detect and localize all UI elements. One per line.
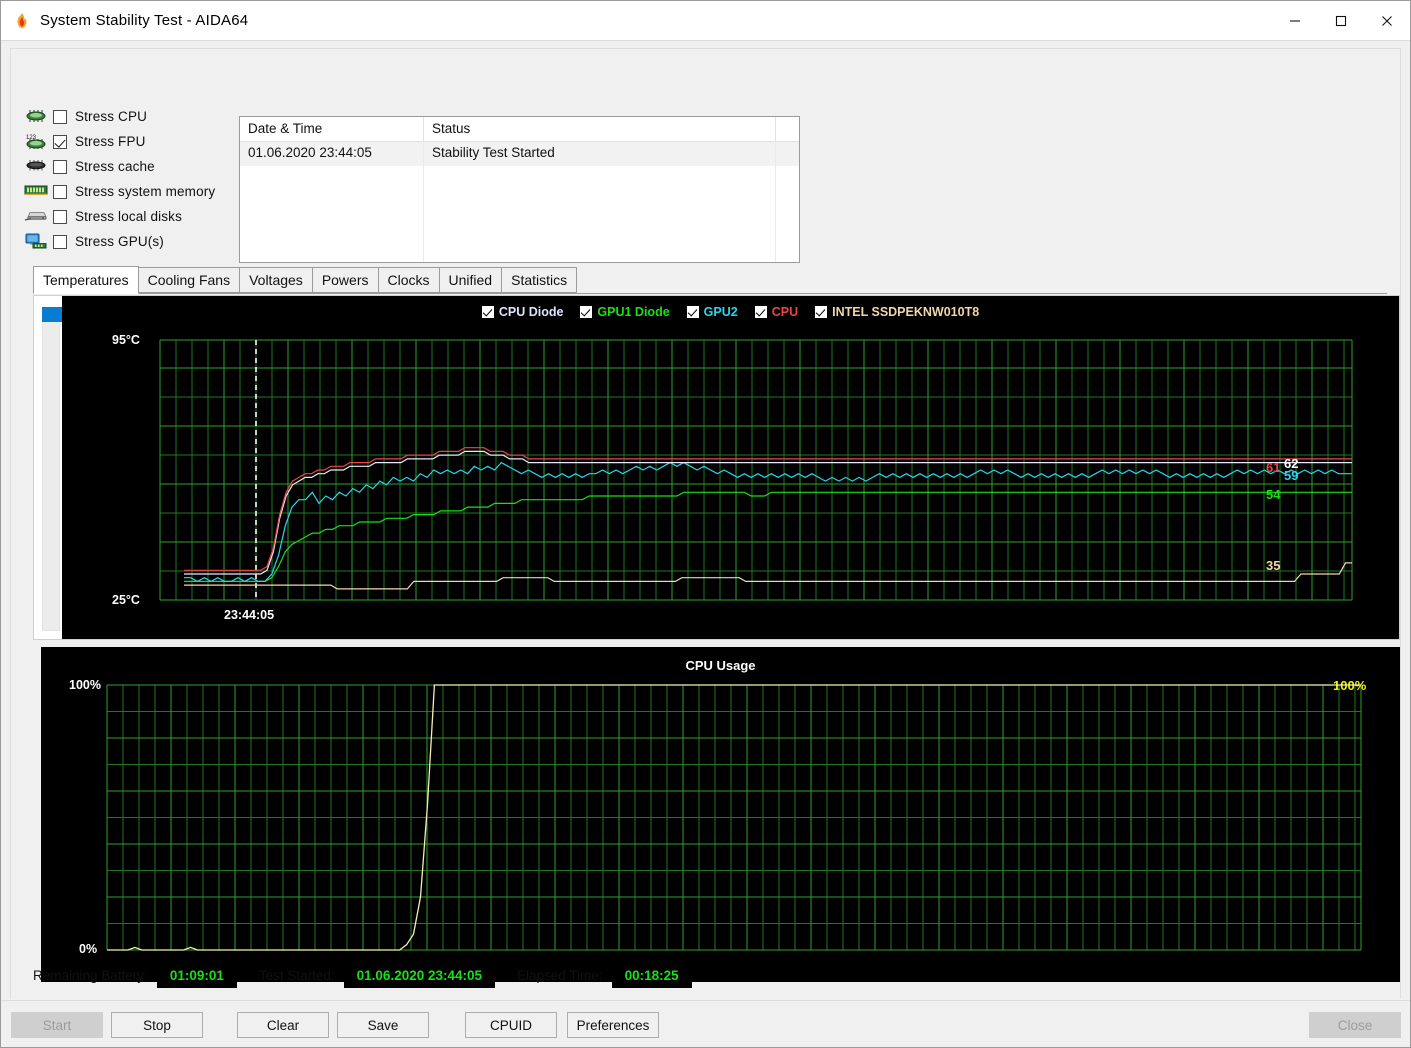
stop-button[interactable]: Stop xyxy=(111,1012,203,1038)
cell-empty xyxy=(240,214,424,238)
start-button: Start xyxy=(11,1012,103,1038)
stress-option-checkbox[interactable] xyxy=(53,234,67,249)
table-header: Date & Time Status xyxy=(240,117,799,142)
cell-empty xyxy=(424,238,776,262)
tab-voltages[interactable]: Voltages xyxy=(239,267,313,293)
button-bar: Start Stop Clear Save CPUID Preferences Close xyxy=(1,1000,1410,1047)
scrollbar-track[interactable] xyxy=(42,307,60,631)
maximize-button[interactable] xyxy=(1318,1,1364,40)
stress-option-row[interactable]: Stress GPU(s) xyxy=(24,229,239,254)
stress-option-label: Stress GPU(s) xyxy=(75,234,164,249)
minimize-button[interactable] xyxy=(1272,1,1318,40)
stress-option-checkbox[interactable] xyxy=(53,134,67,149)
cell-spacer xyxy=(776,142,799,166)
stress-option-checkbox[interactable] xyxy=(53,184,67,199)
cell-status: Stability Test Started xyxy=(424,142,776,166)
stress-option-checkbox[interactable] xyxy=(53,159,67,174)
table-row[interactable]: 01.06.2020 23:44:05 Stability Test Starte… xyxy=(240,142,799,166)
title-bar: System Stability Test - AIDA64 xyxy=(1,1,1410,40)
cell-empty xyxy=(424,214,776,238)
cell-empty xyxy=(240,238,424,262)
temp-value-gpu1-diode: 54 xyxy=(1266,487,1281,502)
status-label: Elapsed Time: xyxy=(517,967,603,983)
temp-value-intel-ssdpeknw010t8: 35 xyxy=(1266,558,1281,573)
table-row-empty[interactable] xyxy=(240,190,799,214)
content-panel: Stress CPU 123 Stress FPU Stress cache Stres… xyxy=(10,48,1401,999)
tab-temperatures[interactable]: Temperatures xyxy=(33,266,139,294)
stress-option-label: Stress cache xyxy=(75,159,155,174)
cell-empty xyxy=(776,190,799,214)
column-header-spacer xyxy=(776,117,799,141)
tab-powers[interactable]: Powers xyxy=(311,267,379,293)
status-label: Remaining Battery: xyxy=(33,967,148,983)
temp-value-cpu: 61 xyxy=(1266,460,1281,475)
stress-option-label: Stress local disks xyxy=(75,209,182,224)
cell-empty xyxy=(776,166,799,190)
cell-empty xyxy=(776,214,799,238)
gpu-display-icon xyxy=(24,233,48,251)
close-button: Close xyxy=(1309,1012,1401,1038)
status-value: 01:09:01 xyxy=(156,962,237,988)
stress-option-row[interactable]: 123 Stress FPU xyxy=(24,129,239,154)
flame-icon xyxy=(13,12,31,30)
window-controls xyxy=(1272,1,1410,40)
cell-datetime: 01.06.2020 23:44:05 xyxy=(240,142,424,166)
save-button[interactable]: Save xyxy=(337,1012,429,1038)
cell-empty xyxy=(776,238,799,262)
client-area: Stress CPU 123 Stress FPU Stress cache Stres… xyxy=(1,40,1410,1047)
status-log-table[interactable]: Date & Time Status 01.06.2020 23:44:05 St… xyxy=(239,116,800,263)
chart-vertical-scrollbar[interactable] xyxy=(34,296,64,639)
tab-clocks[interactable]: Clocks xyxy=(377,267,440,293)
table-body: 01.06.2020 23:44:05 Stability Test Starte… xyxy=(240,142,799,262)
tab-statistics[interactable]: Statistics xyxy=(501,267,578,293)
stress-option-row[interactable]: Stress system memory xyxy=(24,179,239,204)
close-icon[interactable] xyxy=(1364,1,1410,40)
fpu-chip-icon: 123 xyxy=(24,133,48,151)
table-row-empty[interactable] xyxy=(240,238,799,262)
cell-empty xyxy=(240,190,424,214)
stress-option-label: Stress CPU xyxy=(75,109,148,124)
stress-option-row[interactable]: Stress local disks xyxy=(24,204,239,229)
scrollbar-thumb[interactable] xyxy=(42,307,64,322)
cell-empty xyxy=(424,166,776,190)
cache-chip-icon xyxy=(24,158,48,176)
temp-value-gpu2: 59 xyxy=(1284,468,1299,483)
column-header-datetime: Date & Time xyxy=(240,117,424,141)
cell-empty xyxy=(240,166,424,190)
stress-option-label: Stress FPU xyxy=(75,134,146,149)
status-value: 01.06.2020 23:44:05 xyxy=(343,962,496,988)
clear-button[interactable]: Clear xyxy=(237,1012,329,1038)
table-row-empty[interactable] xyxy=(240,214,799,238)
table-row-empty[interactable] xyxy=(240,166,799,190)
temperatures-plot[interactable]: CPU Diode GPU1 Diode GPU2 CPU INTEL SSDPEKNW… xyxy=(62,296,1399,639)
cpu-usage-chart-panel[interactable]: CPU Usage 100% 0% 100% xyxy=(41,647,1400,982)
status-value: 00:18:25 xyxy=(611,962,692,988)
memory-module-icon xyxy=(24,183,48,201)
temperatures-chart-panel: CPU Diode GPU1 Diode GPU2 CPU INTEL SSDPEKNW… xyxy=(33,295,1400,640)
hard-disk-icon xyxy=(24,208,48,226)
stress-option-row[interactable]: Stress CPU xyxy=(24,104,239,129)
stress-options-panel: Stress CPU 123 Stress FPU Stress cache Stres… xyxy=(24,104,239,254)
cpu-chip-icon xyxy=(24,108,48,126)
preferences-button[interactable]: Preferences xyxy=(567,1012,659,1038)
column-header-status: Status xyxy=(424,117,776,141)
stress-option-checkbox[interactable] xyxy=(53,109,67,124)
tab-cooling-fans[interactable]: Cooling Fans xyxy=(137,267,241,293)
stress-option-checkbox[interactable] xyxy=(53,209,67,224)
chart-tabs: Temperatures Cooling Fans Voltages Powers Cl… xyxy=(33,266,1387,294)
stress-option-label: Stress system memory xyxy=(75,184,216,199)
stability-test-window: System Stability Test - AIDA64 Stress CP… xyxy=(0,0,1411,1048)
status-strip: Remaining Battery: 01:09:01 Test Started: 0… xyxy=(33,961,714,989)
stress-option-row[interactable]: Stress cache xyxy=(24,154,239,179)
status-label: Test Started: xyxy=(258,967,335,983)
window-title: System Stability Test - AIDA64 xyxy=(40,12,249,29)
tab-unified[interactable]: Unified xyxy=(438,267,503,293)
cpuid-button[interactable]: CPUID xyxy=(465,1012,557,1038)
cell-empty xyxy=(424,190,776,214)
